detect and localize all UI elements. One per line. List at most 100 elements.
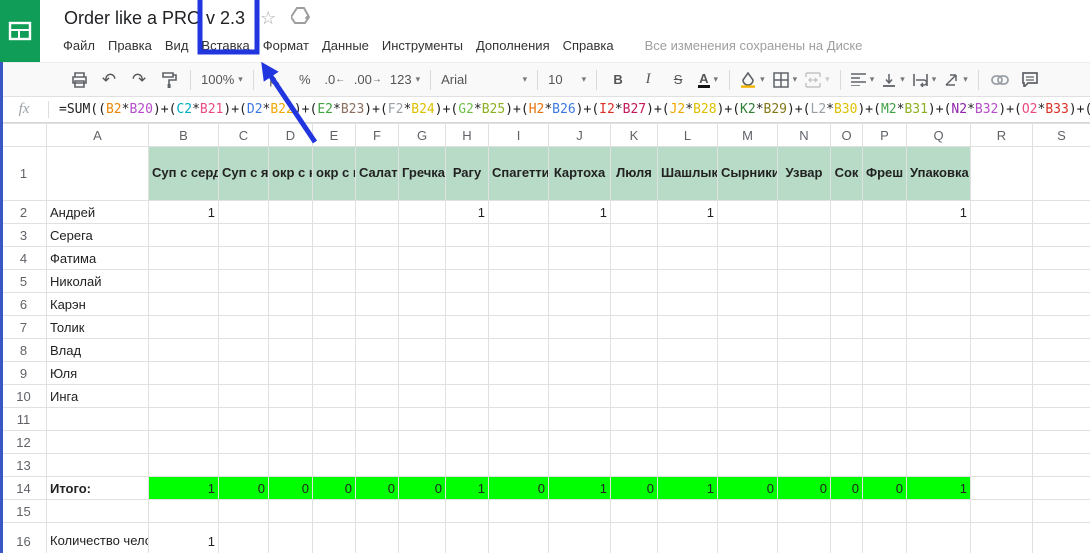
cell-O5[interactable] [830,269,863,293]
cell-R6[interactable] [970,292,1033,316]
cell-R3[interactable] [970,223,1033,247]
cell-F9[interactable] [355,361,399,385]
cell-I15[interactable] [488,499,549,523]
cell-B10[interactable] [148,384,219,408]
cell-Q4[interactable] [906,246,971,270]
cell-J10[interactable] [548,384,611,408]
cell-O8[interactable] [830,338,863,362]
cell-F16[interactable] [355,522,399,553]
cell-M5[interactable] [717,269,778,293]
cell-N8[interactable] [777,338,831,362]
cell-H7[interactable] [445,315,489,339]
font-family-select[interactable]: Arial ▾ [441,68,527,92]
cell-B3[interactable] [148,223,219,247]
cell-O15[interactable] [830,499,863,523]
cell-A16[interactable]: Количество человек [46,522,149,553]
cell-Q8[interactable] [906,338,971,362]
cell-I1[interactable]: Спагетти [488,146,549,201]
cell-K11[interactable] [610,407,658,431]
cell-K2[interactable] [610,200,658,224]
cell-G9[interactable] [398,361,446,385]
cell-N15[interactable] [777,499,831,523]
cell-S15[interactable] [1032,499,1090,523]
row-header-15[interactable]: 15 [0,499,47,523]
cell-D9[interactable] [268,361,313,385]
cell-C3[interactable] [218,223,269,247]
cell-D13[interactable] [268,453,313,477]
cell-Q14[interactable]: 1 [906,476,971,500]
col-header-A[interactable]: A [46,123,149,147]
cell-N11[interactable] [777,407,831,431]
cell-D5[interactable] [268,269,313,293]
cell-D3[interactable] [268,223,313,247]
cell-P2[interactable] [862,200,907,224]
cell-S16[interactable] [1032,522,1090,553]
formula-input[interactable]: =SUM((B2*B20)+(C2*B21)+(D2*B22)+(E2*B23)… [59,102,1090,117]
cell-H8[interactable] [445,338,489,362]
cell-N4[interactable] [777,246,831,270]
cell-N5[interactable] [777,269,831,293]
cell-K7[interactable] [610,315,658,339]
row-header-16[interactable]: 16 [0,522,47,553]
fill-color-button[interactable]: ▾ [740,68,765,92]
cell-O14[interactable]: 0 [830,476,863,500]
cell-Q1[interactable]: Упаковка [906,146,971,201]
wrap-text-button[interactable]: ▾ [912,68,936,92]
menu-item-2[interactable]: Правка [108,38,152,53]
cell-P3[interactable] [862,223,907,247]
cell-L3[interactable] [657,223,718,247]
cell-A7[interactable]: Толик [46,315,149,339]
cell-H9[interactable] [445,361,489,385]
cell-A2[interactable]: Андрей [46,200,149,224]
cell-N13[interactable] [777,453,831,477]
cell-B5[interactable] [148,269,219,293]
cell-D16[interactable] [268,522,313,553]
cell-K12[interactable] [610,430,658,454]
cell-E1[interactable]: окр с копч [312,146,356,201]
cell-B15[interactable] [148,499,219,523]
cell-F8[interactable] [355,338,399,362]
cell-M4[interactable] [717,246,778,270]
cell-C14[interactable]: 0 [218,476,269,500]
cell-F11[interactable] [355,407,399,431]
cell-D10[interactable] [268,384,313,408]
cell-R4[interactable] [970,246,1033,270]
cell-G15[interactable] [398,499,446,523]
cell-H4[interactable] [445,246,489,270]
cell-E12[interactable] [312,430,356,454]
star-icon[interactable]: ☆ [260,9,276,27]
cell-S10[interactable] [1032,384,1090,408]
menu-item-6[interactable]: Данные [322,38,369,53]
borders-button[interactable]: ▾ [772,68,797,92]
cell-C13[interactable] [218,453,269,477]
cell-K5[interactable] [610,269,658,293]
cell-D14[interactable]: 0 [268,476,313,500]
cell-C12[interactable] [218,430,269,454]
increase-decimal-button[interactable]: .00 → [354,68,382,92]
cell-O2[interactable] [830,200,863,224]
cell-B11[interactable] [148,407,219,431]
cell-H10[interactable] [445,384,489,408]
insert-link-button[interactable] [989,68,1011,92]
row-header-2[interactable]: 2 [0,200,47,224]
menu-item-5[interactable]: Формат [263,38,309,53]
cell-M14[interactable]: 0 [717,476,778,500]
cell-K8[interactable] [610,338,658,362]
col-header-O[interactable]: O [830,123,863,147]
cell-H6[interactable] [445,292,489,316]
cell-Q12[interactable] [906,430,971,454]
cell-J16[interactable] [548,522,611,553]
cell-M9[interactable] [717,361,778,385]
cell-M13[interactable] [717,453,778,477]
cell-J5[interactable] [548,269,611,293]
cell-H13[interactable] [445,453,489,477]
row-header-9[interactable]: 9 [0,361,47,385]
cell-H12[interactable] [445,430,489,454]
col-header-E[interactable]: E [312,123,356,147]
row-header-6[interactable]: 6 [0,292,47,316]
cell-O16[interactable] [830,522,863,553]
cell-G6[interactable] [398,292,446,316]
cell-C6[interactable] [218,292,269,316]
cell-Q2[interactable]: 1 [906,200,971,224]
cell-P8[interactable] [862,338,907,362]
